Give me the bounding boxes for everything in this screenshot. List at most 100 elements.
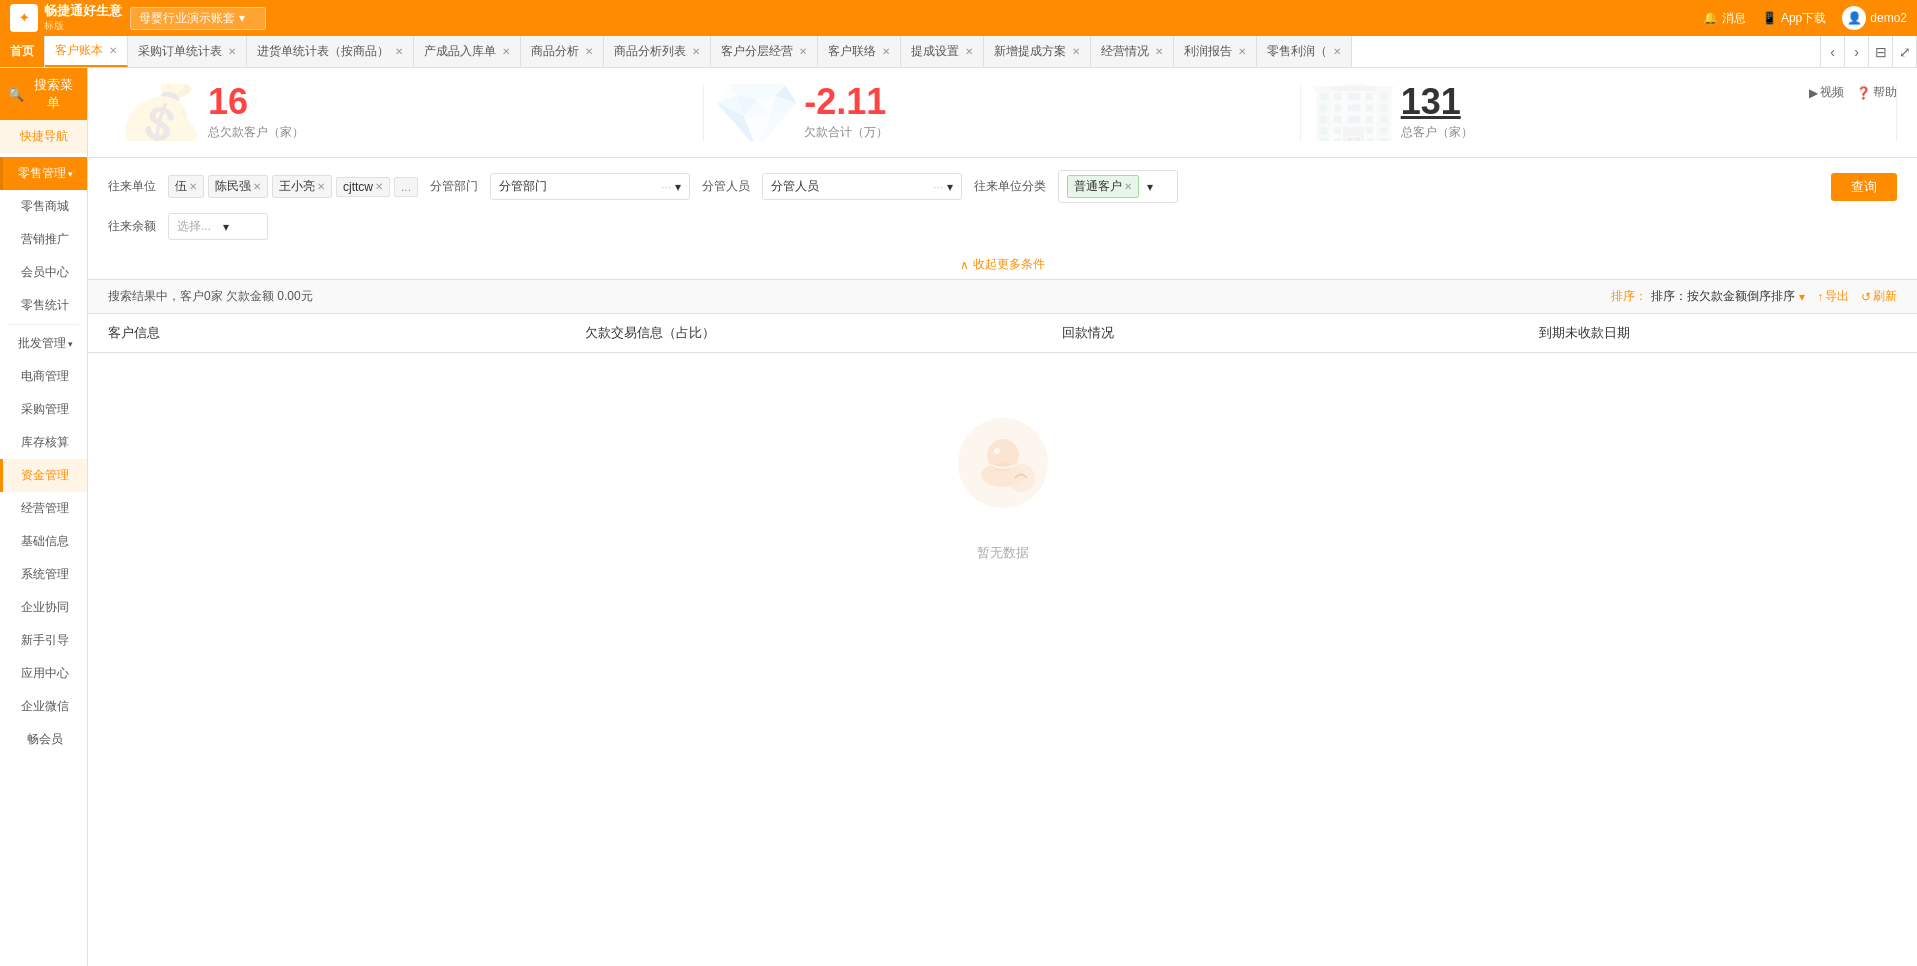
help-link[interactable]: ❓ 帮助 <box>1856 84 1897 101</box>
tab-prev-btn[interactable]: ‹ <box>1821 36 1845 68</box>
tab-close-icon[interactable]: ✕ <box>882 46 890 57</box>
sidebar-item-retail-mgmt[interactable]: 零售管理 ▾ <box>0 157 87 190</box>
unit-tag-wu-close[interactable]: ✕ <box>189 181 197 192</box>
tab-purchase-stats[interactable]: 进货单统计表（按商品） ✕ <box>247 36 414 67</box>
sidebar-item-new-guide[interactable]: 新手引导 <box>0 624 87 657</box>
unit-tag-chen-close[interactable]: ✕ <box>253 181 261 192</box>
tab-purchase-order[interactable]: 采购订单统计表 ✕ <box>128 36 247 67</box>
debt-amount-value: -2.11 <box>804 84 888 120</box>
sidebar-item-sys[interactable]: 系统管理 <box>0 558 87 591</box>
debt-customers-label: 总欠款客户（家） <box>208 124 304 141</box>
query-btn[interactable]: 查询 <box>1831 173 1897 201</box>
tab-close-icon[interactable]: ✕ <box>395 46 403 57</box>
dept-select[interactable]: 分管部门 ··· ▾ <box>490 173 690 200</box>
sidebar-item-marketing[interactable]: 营销推广 <box>0 223 87 256</box>
dept-select-more-icon: ··· <box>661 180 671 194</box>
video-link[interactable]: ▶ 视频 <box>1809 84 1844 101</box>
tab-expand-btn[interactable]: ⊟ <box>1869 36 1893 68</box>
person-select[interactable]: 分管人员 ··· ▾ <box>762 173 962 200</box>
top-nav-left: ✦ 畅捷通好生意 标版 母婴行业演示账套 ▾ <box>10 3 266 33</box>
refresh-btn[interactable]: ↺ 刷新 <box>1861 288 1897 305</box>
stats-row: 💰 16 总欠款客户（家） 💎 -2.11 欠款合计（万） 🏢 131 总客户（… <box>88 68 1917 158</box>
tab-profit-report[interactable]: 利润报告 ✕ <box>1174 36 1257 67</box>
table-header-overdue-date: 到期未收款日期 <box>1539 324 1897 342</box>
tab-product-analysis-list[interactable]: 商品分析列表 ✕ <box>604 36 711 67</box>
money-bg-icon: 💰 <box>116 84 206 141</box>
stat-total-debt-customers: 💰 16 总欠款客户（家） <box>108 84 704 141</box>
unit-class-label: 往来单位分类 <box>974 178 1046 195</box>
sidebar-item-enterprise-wechat[interactable]: 企业微信 <box>0 690 87 723</box>
unit-tag-wang-close[interactable]: ✕ <box>317 181 325 192</box>
account-selector[interactable]: 母婴行业演示账套 ▾ <box>130 7 266 30</box>
content-area: 💰 16 总欠款客户（家） 💎 -2.11 欠款合计（万） 🏢 131 总客户（… <box>88 68 1917 966</box>
export-btn[interactable]: ↑ 导出 <box>1817 288 1849 305</box>
sidebar-quick-nav[interactable]: 快捷导航 <box>0 120 87 153</box>
tab-product-inbound[interactable]: 产成品入库单 ✕ <box>414 36 521 67</box>
tab-customer-contact[interactable]: 客户联络 ✕ <box>818 36 901 67</box>
user-area[interactable]: 👤 demo2 <box>1842 6 1907 30</box>
tab-customer-segment[interactable]: 客户分层经营 ✕ <box>711 36 818 67</box>
search-menu-btn[interactable]: 🔍 搜索菜单 <box>8 76 79 112</box>
tab-close-icon[interactable]: ✕ <box>1238 46 1246 57</box>
tab-promote-settings[interactable]: 提成设置 ✕ <box>901 36 984 67</box>
unit-tag-wang: 王小亮 ✕ <box>272 175 332 198</box>
tab-close-icon[interactable]: ✕ <box>228 46 236 57</box>
total-customers-label: 总客户（家） <box>1401 124 1473 141</box>
tab-nav-btns: ‹ › ⊟ ⤢ <box>1820 36 1917 67</box>
stat-total-debt-amount: 💎 -2.11 欠款合计（万） <box>704 84 1300 141</box>
tab-close-icon[interactable]: ✕ <box>502 46 510 57</box>
tab-next-btn[interactable]: › <box>1845 36 1869 68</box>
tab-operation[interactable]: 经营情况 ✕ <box>1091 36 1174 67</box>
app-download-btn[interactable]: 📱 App下载 <box>1762 10 1826 27</box>
results-bar-right: 排序： 排序：按欠款金额倒序排序 ▾ ↑ 导出 ↺ 刷新 <box>1611 288 1897 305</box>
refresh-icon: ↺ <box>1861 290 1871 304</box>
message-btn[interactable]: 🔔 消息 <box>1703 10 1746 27</box>
tab-close-icon[interactable]: ✕ <box>692 46 700 57</box>
sidebar-item-basic-info[interactable]: 基础信息 <box>0 525 87 558</box>
unit-tag-cj-close[interactable]: ✕ <box>375 181 383 192</box>
tab-home[interactable]: 首页 <box>0 36 45 67</box>
sidebar-item-ecommerce[interactable]: 电商管理 <box>0 360 87 393</box>
main-layout: 🔍 搜索菜单 快捷导航 零售管理 ▾ 零售商城 营销推广 会员中心 <box>0 68 1917 966</box>
sidebar-item-app-center[interactable]: 应用中心 <box>0 657 87 690</box>
tab-close-icon[interactable]: ✕ <box>1072 46 1080 57</box>
tab-close-icon[interactable]: ✕ <box>965 46 973 57</box>
top-nav: ✦ 畅捷通好生意 标版 母婴行业演示账套 ▾ 🔔 消息 📱 App下载 👤 de… <box>0 0 1917 36</box>
unit-tag-group: 伍 ✕ 陈民强 ✕ 王小亮 ✕ cjttcw ✕ <box>168 175 418 198</box>
tab-close-icon[interactable]: ✕ <box>799 46 807 57</box>
filter-collapse-btn[interactable]: ∧ 收起更多条件 <box>108 250 1897 279</box>
tab-fullscreen-btn[interactable]: ⤢ <box>1893 36 1917 68</box>
sidebar-item-finance[interactable]: 资金管理 <box>0 459 87 492</box>
tab-retail-profit[interactable]: 零售利润（ ✕ <box>1257 36 1352 67</box>
sidebar-item-enterprise-coop[interactable]: 企业协同 <box>0 591 87 624</box>
unit-class-arrow: ▾ <box>1147 180 1153 194</box>
sort-select[interactable]: 排序： 排序：按欠款金额倒序排序 ▾ <box>1611 288 1805 305</box>
sidebar-item-inventory[interactable]: 库存核算 <box>0 426 87 459</box>
stat-total-customers: 🏢 131 总客户（家） <box>1301 84 1897 141</box>
tab-close-icon[interactable]: ✕ <box>1333 46 1341 57</box>
stats-top-right: ▶ 视频 ❓ 帮助 <box>1809 84 1897 101</box>
tab-close-icon[interactable]: ✕ <box>585 46 593 57</box>
sidebar-item-vip[interactable]: 畅会员 <box>0 723 87 756</box>
dept-label: 分管部门 <box>430 178 478 195</box>
unit-class-tag-close[interactable]: ✕ <box>1124 181 1132 192</box>
tab-new-promote[interactable]: 新增提成方案 ✕ <box>984 36 1091 67</box>
sidebar-search[interactable]: 🔍 搜索菜单 <box>0 68 87 120</box>
sidebar-item-purchase[interactable]: 采购管理 <box>0 393 87 426</box>
export-icon: ↑ <box>1817 290 1823 304</box>
balance-arrow: ▾ <box>223 220 229 234</box>
tab-bar: 首页 客户账本 ✕ 采购订单统计表 ✕ 进货单统计表（按商品） ✕ 产成品入库单… <box>0 36 1917 68</box>
unit-tag-more[interactable]: ... <box>394 177 418 197</box>
balance-select[interactable]: 选择... ▾ <box>168 213 268 240</box>
person-select-arrow: ▾ <box>947 180 953 194</box>
tab-customer-book[interactable]: 客户账本 ✕ <box>45 36 128 67</box>
tab-close-icon[interactable]: ✕ <box>1155 46 1163 57</box>
sidebar-item-retail-stats[interactable]: 零售统计 <box>0 289 87 322</box>
unit-class-select[interactable]: 普通客户 ✕ ▾ <box>1058 170 1178 203</box>
sidebar-item-wholesale[interactable]: 批发管理 ▾ <box>0 327 87 360</box>
tab-close-icon[interactable]: ✕ <box>109 45 117 56</box>
sidebar-item-operations[interactable]: 经营管理 <box>0 492 87 525</box>
sidebar-item-member-center[interactable]: 会员中心 <box>0 256 87 289</box>
tab-product-analysis[interactable]: 商品分析 ✕ <box>521 36 604 67</box>
sidebar-item-retail-mall[interactable]: 零售商城 <box>0 190 87 223</box>
